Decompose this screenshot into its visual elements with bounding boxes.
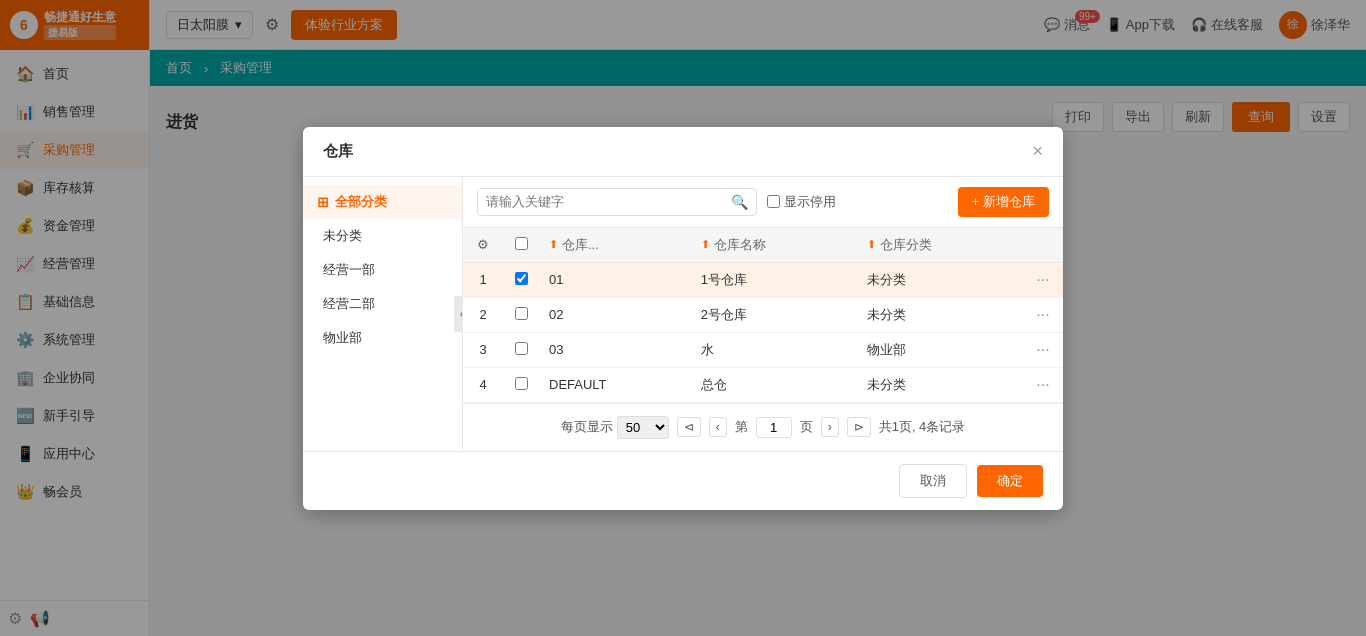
modal-overlay: 仓库 × ⊞ 全部分类 未分类 经营一部 经营二部 bbox=[0, 0, 1366, 636]
modal-body: ⊞ 全部分类 未分类 经营一部 经营二部 物业部 « bbox=[303, 177, 1063, 451]
modal-footer: 取消 确定 bbox=[303, 451, 1063, 510]
row-category: 物业部 bbox=[857, 332, 1023, 367]
row-no: 1 bbox=[463, 262, 503, 297]
sort-icon-code: ⬆ bbox=[549, 238, 558, 251]
table-row[interactable]: 3 03 水 物业部 ··· bbox=[463, 332, 1063, 367]
search-box: 🔍 bbox=[477, 188, 757, 216]
data-table: ⚙ ⬆ 仓库... bbox=[463, 228, 1063, 403]
more-icon[interactable]: ··· bbox=[1036, 341, 1049, 358]
category-item-1[interactable]: 经营一部 bbox=[303, 253, 462, 287]
th-name: ⬆ 仓库名称 bbox=[691, 228, 857, 263]
row-no: 2 bbox=[463, 297, 503, 332]
page-label: 第 bbox=[735, 418, 748, 436]
page-size-select: 每页显示 50 100 200 bbox=[561, 416, 669, 439]
row-category: 未分类 bbox=[857, 297, 1023, 332]
row-checkbox[interactable] bbox=[503, 297, 539, 332]
row-code: 02 bbox=[539, 297, 691, 332]
page-unit: 页 bbox=[800, 418, 813, 436]
table-body: 1 01 1号仓库 未分类 ··· 2 02 2号仓库 未分类 ··· 3 03… bbox=[463, 262, 1063, 402]
row-more[interactable]: ··· bbox=[1023, 332, 1063, 367]
table-panel: 🔍 显示停用 + 新增仓库 ⚙ bbox=[463, 177, 1063, 451]
row-more[interactable]: ··· bbox=[1023, 367, 1063, 402]
modal-close-btn[interactable]: × bbox=[1032, 141, 1043, 162]
show-disabled-checkbox[interactable] bbox=[767, 195, 780, 208]
more-icon[interactable]: ··· bbox=[1036, 306, 1049, 323]
next-page-btn[interactable]: › bbox=[821, 417, 839, 437]
th-checkbox bbox=[503, 228, 539, 263]
first-page-btn[interactable]: ⊲ bbox=[677, 417, 701, 437]
more-icon[interactable]: ··· bbox=[1036, 376, 1049, 393]
grid-icon: ⊞ bbox=[317, 194, 329, 210]
row-code: DEFAULT bbox=[539, 367, 691, 402]
prev-page-btn[interactable]: ‹ bbox=[709, 417, 727, 437]
category-item-2[interactable]: 经营二部 bbox=[303, 287, 462, 321]
cancel-btn[interactable]: 取消 bbox=[899, 464, 967, 498]
row-code: 03 bbox=[539, 332, 691, 367]
row-name: 水 bbox=[691, 332, 857, 367]
category-all-item[interactable]: ⊞ 全部分类 bbox=[303, 185, 462, 219]
last-page-btn[interactable]: ⊳ bbox=[847, 417, 871, 437]
th-actions bbox=[1023, 228, 1063, 263]
row-no: 3 bbox=[463, 332, 503, 367]
th-code: ⬆ 仓库... bbox=[539, 228, 691, 263]
row-name: 总仓 bbox=[691, 367, 857, 402]
modal-title: 仓库 bbox=[323, 142, 353, 161]
page-number-input[interactable] bbox=[756, 417, 792, 438]
table-row[interactable]: 4 DEFAULT 总仓 未分类 ··· bbox=[463, 367, 1063, 402]
category-all-label: 全部分类 bbox=[335, 193, 387, 211]
search-input[interactable] bbox=[478, 189, 723, 214]
confirm-btn[interactable]: 确定 bbox=[977, 465, 1043, 497]
table-row[interactable]: 2 02 2号仓库 未分类 ··· bbox=[463, 297, 1063, 332]
modal-header: 仓库 × bbox=[303, 127, 1063, 177]
row-category: 未分类 bbox=[857, 262, 1023, 297]
row-no: 4 bbox=[463, 367, 503, 402]
row-code: 01 bbox=[539, 262, 691, 297]
category-item-3[interactable]: 物业部 bbox=[303, 321, 462, 355]
row-checkbox[interactable] bbox=[503, 367, 539, 402]
pagination: 每页显示 50 100 200 ⊲ ‹ 第 页 › ⊳ 共1页, 4条记录 bbox=[463, 403, 1063, 451]
row-name: 1号仓库 bbox=[691, 262, 857, 297]
more-icon[interactable]: ··· bbox=[1036, 271, 1049, 288]
add-warehouse-btn[interactable]: + 新增仓库 bbox=[958, 187, 1049, 217]
search-icon[interactable]: 🔍 bbox=[723, 189, 756, 215]
collapse-panel-btn[interactable]: « bbox=[454, 296, 463, 332]
category-item-0[interactable]: 未分类 bbox=[303, 219, 462, 253]
table-header-row: ⚙ ⬆ 仓库... bbox=[463, 228, 1063, 263]
row-checkbox[interactable] bbox=[503, 332, 539, 367]
total-info: 共1页, 4条记录 bbox=[879, 418, 966, 436]
show-disabled-label: 显示停用 bbox=[767, 193, 836, 211]
row-name: 2号仓库 bbox=[691, 297, 857, 332]
th-category: ⬆ 仓库分类 bbox=[857, 228, 1023, 263]
table-toolbar: 🔍 显示停用 + 新增仓库 bbox=[463, 177, 1063, 228]
select-all-checkbox[interactable] bbox=[515, 237, 528, 250]
th-settings: ⚙ bbox=[463, 228, 503, 263]
row-category: 未分类 bbox=[857, 367, 1023, 402]
row-more[interactable]: ··· bbox=[1023, 297, 1063, 332]
category-panel: ⊞ 全部分类 未分类 经营一部 经营二部 物业部 « bbox=[303, 177, 463, 451]
warehouse-modal: 仓库 × ⊞ 全部分类 未分类 经营一部 经营二部 bbox=[303, 127, 1063, 510]
sort-icon-category: ⬆ bbox=[867, 238, 876, 251]
row-more[interactable]: ··· bbox=[1023, 262, 1063, 297]
sort-icon-name: ⬆ bbox=[701, 238, 710, 251]
page-size-dropdown[interactable]: 50 100 200 bbox=[617, 416, 669, 439]
row-checkbox[interactable] bbox=[503, 262, 539, 297]
table-row[interactable]: 1 01 1号仓库 未分类 ··· bbox=[463, 262, 1063, 297]
